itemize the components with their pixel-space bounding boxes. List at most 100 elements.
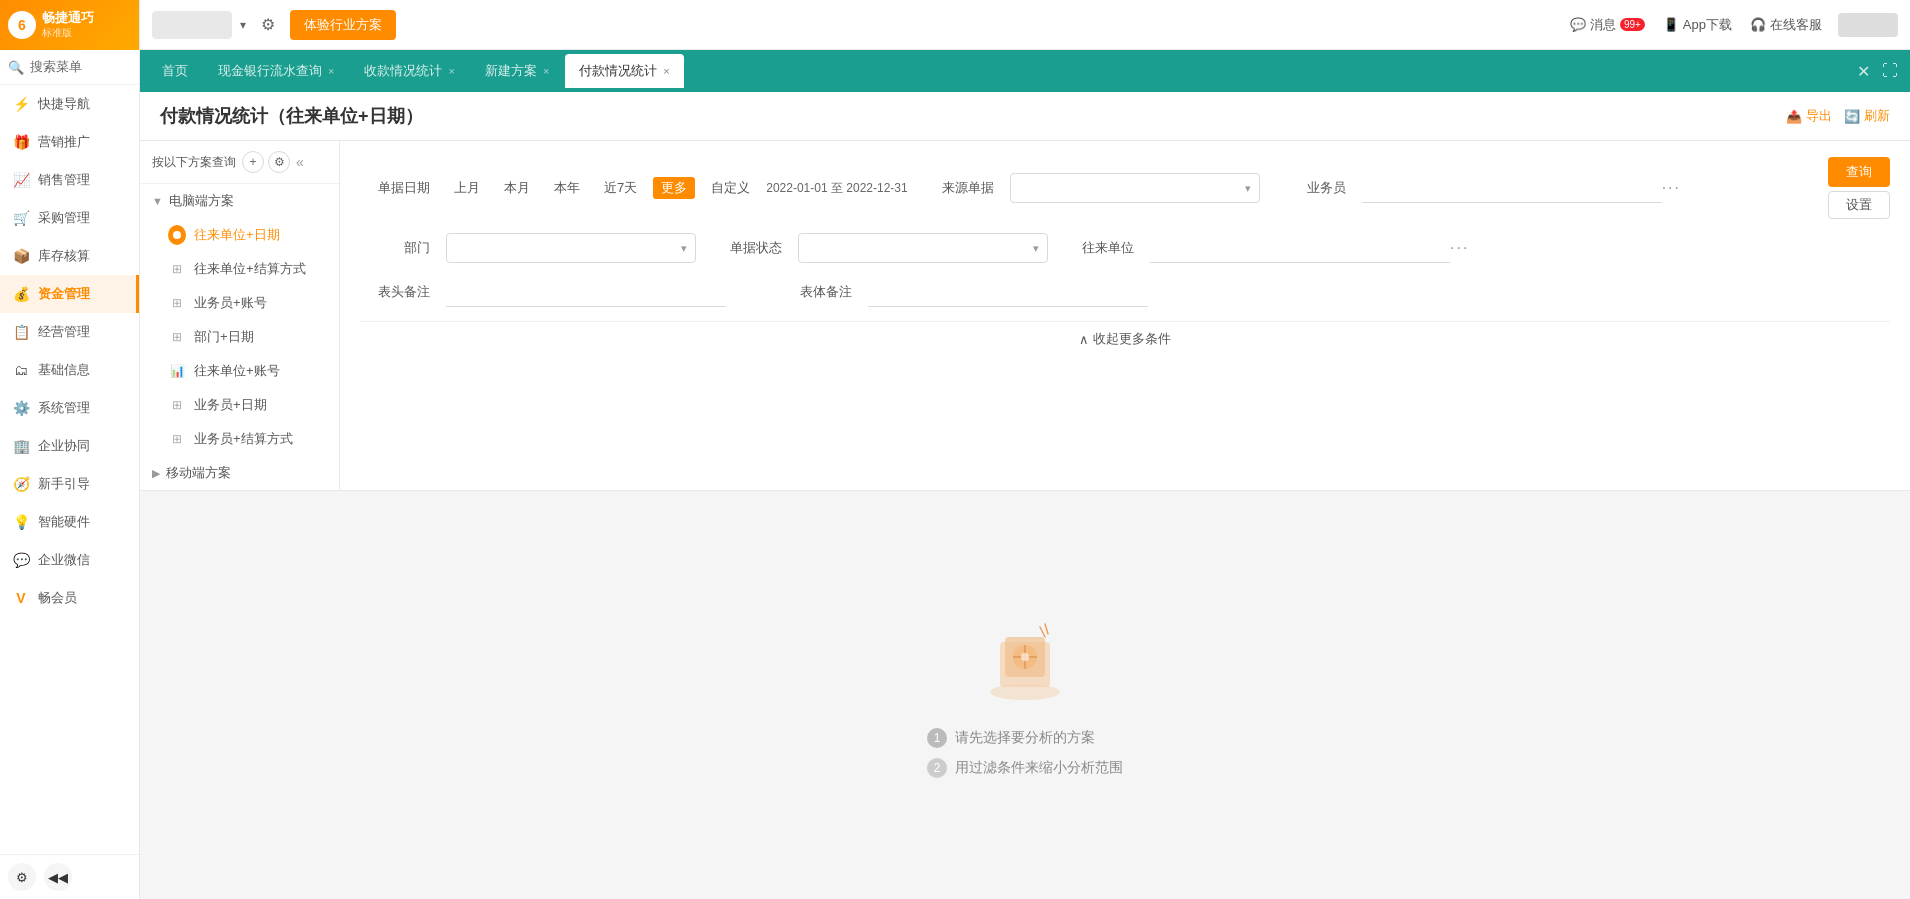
table-icon: ⊞ xyxy=(168,328,186,346)
scheme-section-label: 移动端方案 xyxy=(166,464,231,482)
sidebar-item-label: 企业协同 xyxy=(38,437,90,455)
scheme-panel-title: 按以下方案查询 xyxy=(152,154,236,171)
sidebar-item-system[interactable]: ⚙️ 系统管理 xyxy=(0,389,139,427)
scheme-settings-btn[interactable]: ⚙ xyxy=(268,151,290,173)
date-option-this-month[interactable]: 本月 xyxy=(496,177,538,199)
sidebar-item-guide[interactable]: 🧭 新手引导 xyxy=(0,465,139,503)
sidebar-item-sales[interactable]: 📈 销售管理 xyxy=(0,161,139,199)
search-menu[interactable]: 🔍 搜索菜单 xyxy=(0,50,139,85)
settings-footer-btn[interactable]: ⚙ xyxy=(8,863,36,891)
date-option-this-year[interactable]: 本年 xyxy=(546,177,588,199)
table-icon: ⊞ xyxy=(168,294,186,312)
maximize-btn[interactable]: ⛶ xyxy=(1878,58,1902,84)
online-service-btn[interactable]: 🎧 在线客服 xyxy=(1750,16,1822,34)
scheme-item-label: 业务员+日期 xyxy=(194,396,267,414)
collapse-more-btn[interactable]: ∧ 收起更多条件 xyxy=(360,321,1890,356)
settings-btn[interactable]: 设置 xyxy=(1828,191,1890,219)
partner-input[interactable] xyxy=(1150,233,1450,263)
app-download-btn[interactable]: 📱 App下载 xyxy=(1663,16,1732,34)
tab-new-scheme-close[interactable]: × xyxy=(543,65,549,77)
sidebar-item-quicknav[interactable]: ⚡ 快捷导航 xyxy=(0,85,139,123)
table-body-note-input[interactable] xyxy=(868,277,1148,307)
date-range-display: 2022-01-01 至 2022-12-31 xyxy=(766,180,907,197)
date-option-more[interactable]: 更多 xyxy=(653,177,695,199)
export-label: 导出 xyxy=(1806,107,1832,125)
query-btn[interactable]: 查询 xyxy=(1828,157,1890,187)
sidebar-item-wechat[interactable]: 💬 企业微信 xyxy=(0,541,139,579)
tab-receipt[interactable]: 收款情况统计 × xyxy=(350,54,468,88)
sidebar-item-purchase[interactable]: 🛒 采购管理 xyxy=(0,199,139,237)
collapse-scheme-btn[interactable]: « xyxy=(296,154,304,170)
scheme-item-label: 往来单位+日期 xyxy=(194,226,280,244)
table-icon: ⊞ xyxy=(168,260,186,278)
tab-bank[interactable]: 现金银行流水查询 × xyxy=(204,54,348,88)
source-label: 来源单据 xyxy=(924,179,994,197)
collapse-sidebar-btn[interactable]: ◀◀ xyxy=(44,863,72,891)
source-chevron-icon: ▾ xyxy=(1245,182,1251,195)
page-header: 付款情况统计（往来单位+日期） 📤 导出 🔄 刷新 xyxy=(140,92,1910,141)
settings-gear-btn[interactable]: ⚙ xyxy=(254,11,282,39)
partner-more-btn[interactable]: ··· xyxy=(1450,239,1469,257)
dept-select[interactable]: ▾ xyxy=(446,233,696,263)
staff-more-btn[interactable]: ··· xyxy=(1662,179,1681,197)
tip-text-2: 用过滤条件来缩小分析范围 xyxy=(955,759,1123,777)
tab-receipt-close[interactable]: × xyxy=(448,65,454,77)
doc-status-select[interactable]: ▾ xyxy=(798,233,1048,263)
scheme-item-label: 业务员+账号 xyxy=(194,294,267,312)
sidebar-item-label: 企业微信 xyxy=(38,551,90,569)
tab-new-scheme[interactable]: 新建方案 × xyxy=(471,54,563,88)
sidebar-item-member[interactable]: V 畅会员 xyxy=(0,579,139,617)
tab-home[interactable]: 首页 xyxy=(148,54,202,88)
refresh-btn[interactable]: 🔄 刷新 xyxy=(1844,107,1890,125)
sidebar-item-operation[interactable]: 📋 经营管理 xyxy=(0,313,139,351)
scheme-item-dept-date[interactable]: ⊞ 部门+日期 xyxy=(140,320,339,354)
marketing-icon: 🎁 xyxy=(12,133,30,151)
table-body-note-label: 表体备注 xyxy=(782,283,852,301)
headset-icon: 🎧 xyxy=(1750,17,1766,32)
tab-bank-close[interactable]: × xyxy=(328,65,334,77)
sidebar-item-enterprise[interactable]: 🏢 企业协同 xyxy=(0,427,139,465)
tab-payment[interactable]: 付款情况统计 × xyxy=(565,54,683,88)
scheme-item-partner-account[interactable]: 📊 往来单位+账号 xyxy=(140,354,339,388)
trial-btn[interactable]: 体验行业方案 xyxy=(290,10,396,40)
svg-point-6 xyxy=(1021,653,1029,661)
app-edition: 标准版 xyxy=(42,26,94,40)
tabbar-actions: ✕ ⛶ xyxy=(1853,58,1902,85)
company-dropdown[interactable]: ▾ xyxy=(240,18,246,32)
scheme-item-staff-date[interactable]: ⊞ 业务员+日期 xyxy=(140,388,339,422)
date-option-7days[interactable]: 近7天 xyxy=(596,177,645,199)
scheme-item-staff-account[interactable]: ⊞ 业务员+账号 xyxy=(140,286,339,320)
scheme-item-partner-settle[interactable]: ⊞ 往来单位+结算方式 xyxy=(140,252,339,286)
sidebar-item-label: 营销推广 xyxy=(38,133,90,151)
sidebar-item-hardware[interactable]: 💡 智能硬件 xyxy=(0,503,139,541)
sidebar-item-inventory[interactable]: 📦 库存核算 xyxy=(0,237,139,275)
app-logo: 6 xyxy=(8,11,36,39)
scheme-item-staff-settle[interactable]: ⊞ 业务员+结算方式 xyxy=(140,422,339,456)
date-label: 单据日期 xyxy=(360,179,430,197)
filter-row-2: 部门 ▾ 单据状态 ▾ 往来单位 ··· xyxy=(360,233,1890,263)
sidebar-item-basic[interactable]: 🗂 基础信息 xyxy=(0,351,139,389)
staff-label: 业务员 xyxy=(1276,179,1346,197)
scheme-item-partner-date[interactable]: 往来单位+日期 xyxy=(140,218,339,252)
sidebar-item-marketing[interactable]: 🎁 营销推广 xyxy=(0,123,139,161)
tab-payment-close[interactable]: × xyxy=(663,65,669,77)
date-option-custom[interactable]: 自定义 xyxy=(703,177,758,199)
empty-tip-1: 1 请先选择要分析的方案 xyxy=(927,728,1123,748)
staff-input[interactable] xyxy=(1362,173,1662,203)
date-option-last-month[interactable]: 上月 xyxy=(446,177,488,199)
export-btn[interactable]: 📤 导出 xyxy=(1786,107,1832,125)
user-avatar[interactable] xyxy=(1838,13,1898,37)
source-select[interactable]: ▾ xyxy=(1010,173,1260,203)
scheme-section-mobile-header[interactable]: ▶ 移动端方案 xyxy=(140,456,339,490)
close-all-tabs-btn[interactable]: ✕ xyxy=(1853,58,1874,85)
table-header-note-label: 表头备注 xyxy=(360,283,430,301)
scheme-section-desktop-header[interactable]: ▼ 电脑端方案 xyxy=(140,184,339,218)
add-scheme-btn[interactable]: + xyxy=(242,151,264,173)
partner-field-group: ··· xyxy=(1150,233,1890,263)
tab-receipt-label: 收款情况统计 xyxy=(364,62,442,80)
sidebar-item-funds[interactable]: 💰 资金管理 xyxy=(0,275,139,313)
table-header-note-input[interactable] xyxy=(446,277,726,307)
svg-line-7 xyxy=(1040,627,1045,637)
messages-btn[interactable]: 💬 消息 99+ xyxy=(1570,16,1645,34)
sidebar-footer: ⚙ ◀◀ xyxy=(0,854,139,899)
